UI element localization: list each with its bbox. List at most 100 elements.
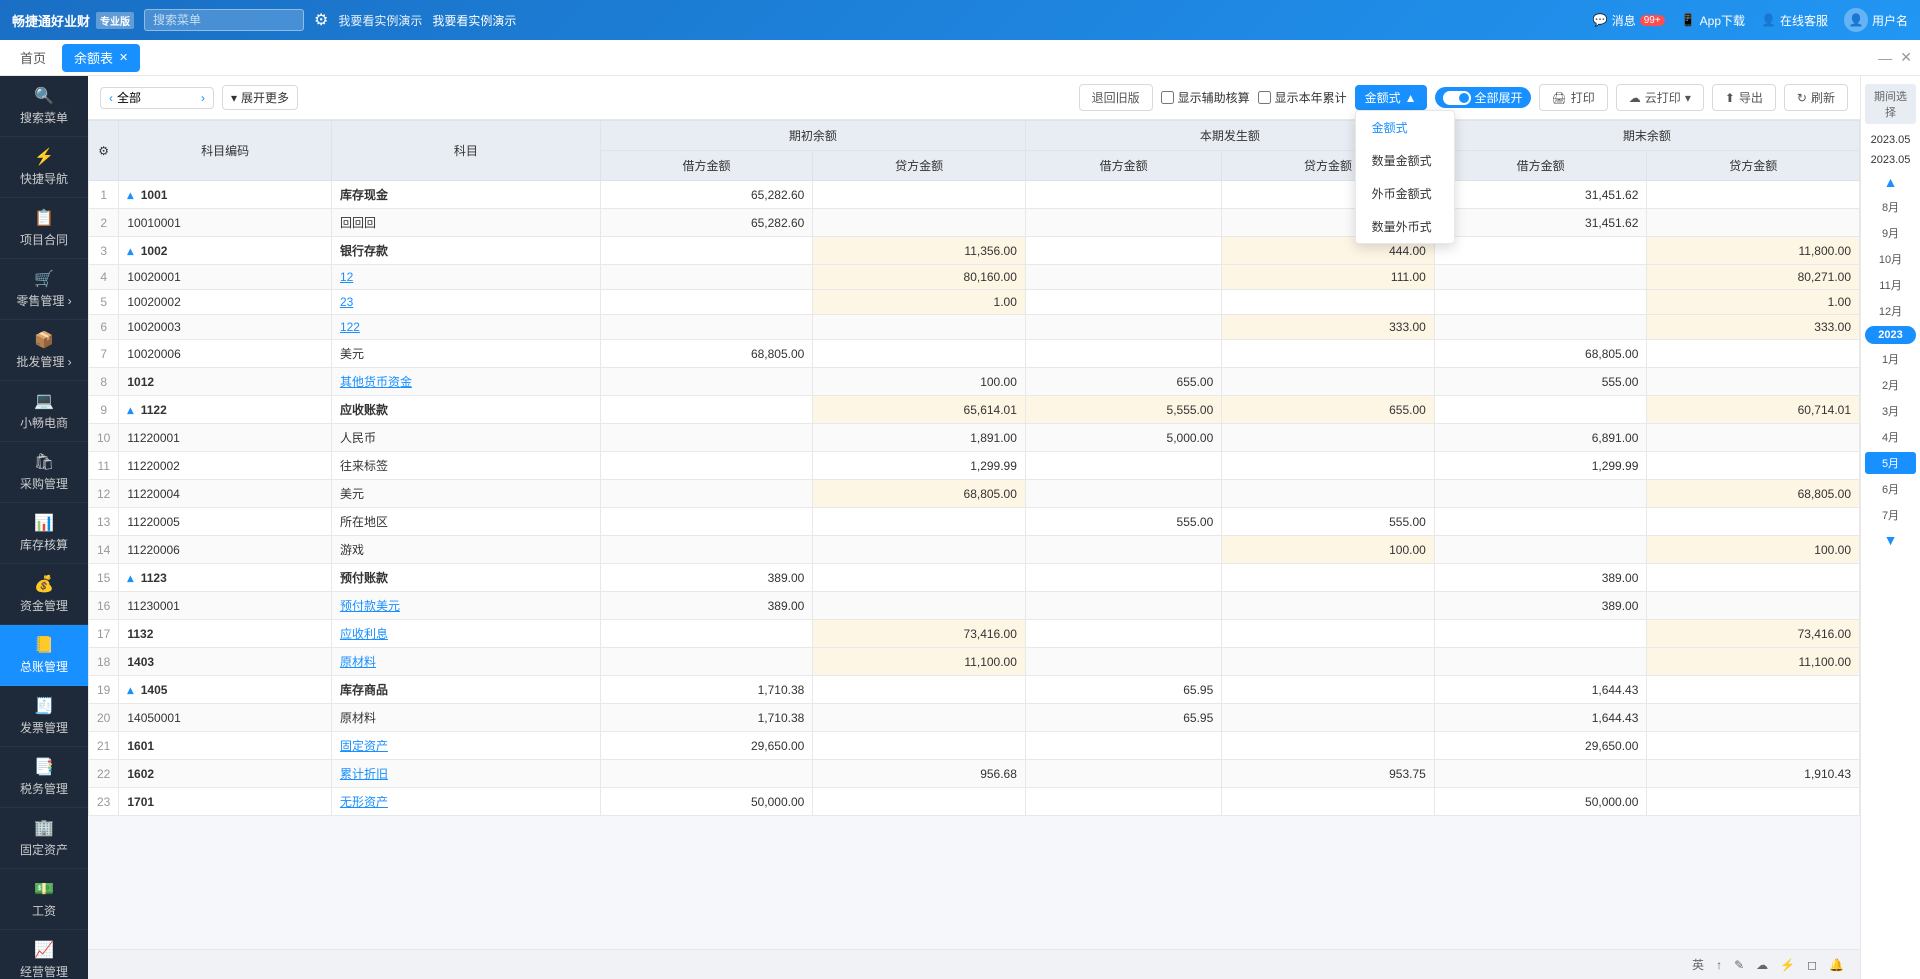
refresh-btn[interactable]: ↻ 刷新 — [1784, 84, 1848, 111]
return-old-btn[interactable]: 退回旧版 — [1079, 84, 1153, 111]
sidebar-item-nav[interactable]: ⚡ 快捷导航 — [0, 137, 88, 198]
status-item-edit[interactable]: ✎ — [1734, 958, 1744, 972]
table-row-closing-credit: 73,416.00 — [1647, 620, 1860, 648]
format-option-qty-amount[interactable]: 数量金额式 — [1356, 144, 1454, 177]
tab-home[interactable]: 首页 — [8, 44, 58, 72]
table-row-closing-debit: 389.00 — [1434, 564, 1647, 592]
sidebar-item-ecommerce[interactable]: 💻 小畅电商 — [0, 381, 88, 442]
month-oct[interactable]: 10月 — [1865, 248, 1916, 270]
show-assist-checkbox[interactable] — [1161, 91, 1174, 104]
message-action[interactable]: 💬 消息 99+ — [1593, 12, 1665, 29]
sidebar-item-search[interactable]: 🔍 搜索菜单 — [0, 76, 88, 137]
sidebar-item-operations[interactable]: 📈 经营管理 — [0, 930, 88, 979]
status-item-bell[interactable]: 🔔 — [1829, 958, 1844, 972]
month-jul[interactable]: 7月 — [1865, 504, 1916, 526]
table-row: 7 — [89, 340, 119, 368]
status-item-bolt[interactable]: ⚡ — [1780, 958, 1795, 972]
table-row-code: 10020003 — [119, 315, 332, 340]
period-down-arrow[interactable]: ▼ — [1882, 530, 1900, 550]
sidebar-item-fixed-assets[interactable]: 🏢 固定资产 — [0, 808, 88, 869]
format-option-qty-foreign[interactable]: 数量外币式 — [1356, 210, 1454, 243]
export-btn[interactable]: ⬆ 导出 — [1712, 84, 1776, 111]
table-row-name[interactable]: 其他货币资金 — [331, 368, 600, 396]
year-2023[interactable]: 2023 — [1865, 326, 1916, 344]
col-settings-icon[interactable]: ⚙ — [98, 144, 109, 158]
table-row-name[interactable]: 23 — [331, 290, 600, 315]
sidebar-item-finance[interactable]: 💰 资金管理 — [0, 564, 88, 625]
subject-search-input[interactable] — [117, 91, 197, 105]
col-settings[interactable]: ⚙ — [89, 121, 119, 181]
month-feb[interactable]: 2月 — [1865, 374, 1916, 396]
table-row-period-credit: 953.75 — [1222, 760, 1435, 788]
table-row-name[interactable]: 固定资产 — [331, 732, 600, 760]
table-row-name[interactable]: 预付款美元 — [331, 592, 600, 620]
cloud-print-btn[interactable]: ☁ 云打印 ▾ — [1616, 84, 1704, 111]
month-may[interactable]: 5月 — [1865, 452, 1916, 474]
table-row-period-debit: 5,000.00 — [1025, 424, 1221, 452]
demo-link[interactable]: 我要看实例演示 — [338, 12, 422, 29]
table-row-name[interactable]: 122 — [331, 315, 600, 340]
period-start: 2023.05 — [1865, 132, 1916, 148]
table-row-opening-debit: 65,282.60 — [600, 181, 813, 209]
month-dec[interactable]: 12月 — [1865, 300, 1916, 322]
settings-icon[interactable]: ⚙ — [314, 10, 328, 30]
format-mode-btn[interactable]: 金额式 ▲ — [1355, 85, 1427, 110]
show-annual-checkbox[interactable] — [1258, 91, 1271, 104]
window-minimize[interactable]: — — [1878, 50, 1892, 66]
month-jan[interactable]: 1月 — [1865, 348, 1916, 370]
sidebar-item-invoice[interactable]: 🧾 发票管理 — [0, 686, 88, 747]
month-apr[interactable]: 4月 — [1865, 426, 1916, 448]
status-item-lang[interactable]: 英 — [1692, 956, 1704, 973]
status-item-cloud[interactable]: ☁ — [1756, 958, 1768, 972]
forward-icon[interactable]: › — [201, 91, 205, 105]
subject-search-box[interactable]: ‹ › — [100, 87, 214, 109]
print-btn[interactable]: 🖨 打印 — [1539, 84, 1608, 111]
month-jun[interactable]: 6月 — [1865, 478, 1916, 500]
back-icon[interactable]: ‹ — [109, 91, 113, 105]
show-assist-check-label[interactable]: 显示辅助核算 — [1161, 89, 1250, 106]
format-option-amount[interactable]: 金额式 — [1356, 111, 1454, 144]
sidebar-item-payroll[interactable]: 💵 工资 — [0, 869, 88, 930]
status-item-arrow[interactable]: ↑ — [1716, 958, 1722, 972]
table-row-name[interactable]: 无形资产 — [331, 788, 600, 816]
tab-balance-close[interactable]: ✕ — [119, 51, 128, 64]
table-row-opening-credit — [813, 704, 1026, 732]
table-row-name[interactable]: 12 — [331, 265, 600, 290]
expand-all-toggle[interactable]: 全部展开 — [1435, 87, 1531, 108]
sidebar-item-retail[interactable]: 🛒 零售管理 › — [0, 259, 88, 320]
month-nov[interactable]: 11月 — [1865, 274, 1916, 296]
sidebar-item-accounting[interactable]: 📒 总账管理 — [0, 625, 88, 686]
tab-balance[interactable]: 余额表 ✕ — [62, 44, 140, 72]
sidebar-item-wholesale[interactable]: 📦 批发管理 › — [0, 320, 88, 381]
online-service-action[interactable]: 👤 在线客服 — [1761, 12, 1828, 29]
sidebar-item-project[interactable]: 📋 项目合同 — [0, 198, 88, 259]
app-download-action[interactable]: 📱 App下载 — [1681, 12, 1745, 29]
table-row-name[interactable]: 原材料 — [331, 648, 600, 676]
table-row-closing-debit — [1434, 536, 1647, 564]
status-item-box[interactable]: ◻ — [1807, 958, 1817, 972]
sidebar-item-inventory[interactable]: 📊 库存核算 — [0, 503, 88, 564]
table-row-name[interactable]: 应收利息 — [331, 620, 600, 648]
demo-link-text[interactable]: 我要看实例演示 — [432, 12, 516, 29]
finance-icon: 💰 — [4, 574, 84, 594]
global-search-input[interactable] — [144, 9, 304, 31]
inventory-icon: 📊 — [4, 513, 84, 533]
table-row-period-debit: 65.95 — [1025, 704, 1221, 732]
table-row-period-credit — [1222, 732, 1435, 760]
sidebar-item-purchase[interactable]: 🛍 采购管理 — [0, 442, 88, 503]
user-action[interactable]: 👤 用户名 — [1844, 8, 1908, 32]
month-mar[interactable]: 3月 — [1865, 400, 1916, 422]
month-aug[interactable]: 8月 — [1865, 196, 1916, 218]
show-annual-check-label[interactable]: 显示本年累计 — [1258, 89, 1347, 106]
period-up-arrow[interactable]: ▲ — [1882, 172, 1900, 192]
format-option-foreign-amount[interactable]: 外币金额式 — [1356, 177, 1454, 210]
toggle-switch[interactable] — [1443, 91, 1471, 105]
table-row: 8 — [89, 368, 119, 396]
sidebar-item-tax[interactable]: 📑 税务管理 — [0, 747, 88, 808]
wholesale-icon: 📦 — [4, 330, 84, 350]
month-sep[interactable]: 9月 — [1865, 222, 1916, 244]
table-row-code: ▴ 1001 — [119, 181, 332, 209]
table-row-name[interactable]: 累计折旧 — [331, 760, 600, 788]
expand-more-btn[interactable]: ▾ 展开更多 — [222, 85, 298, 110]
window-close[interactable]: ✕ — [1900, 49, 1912, 66]
